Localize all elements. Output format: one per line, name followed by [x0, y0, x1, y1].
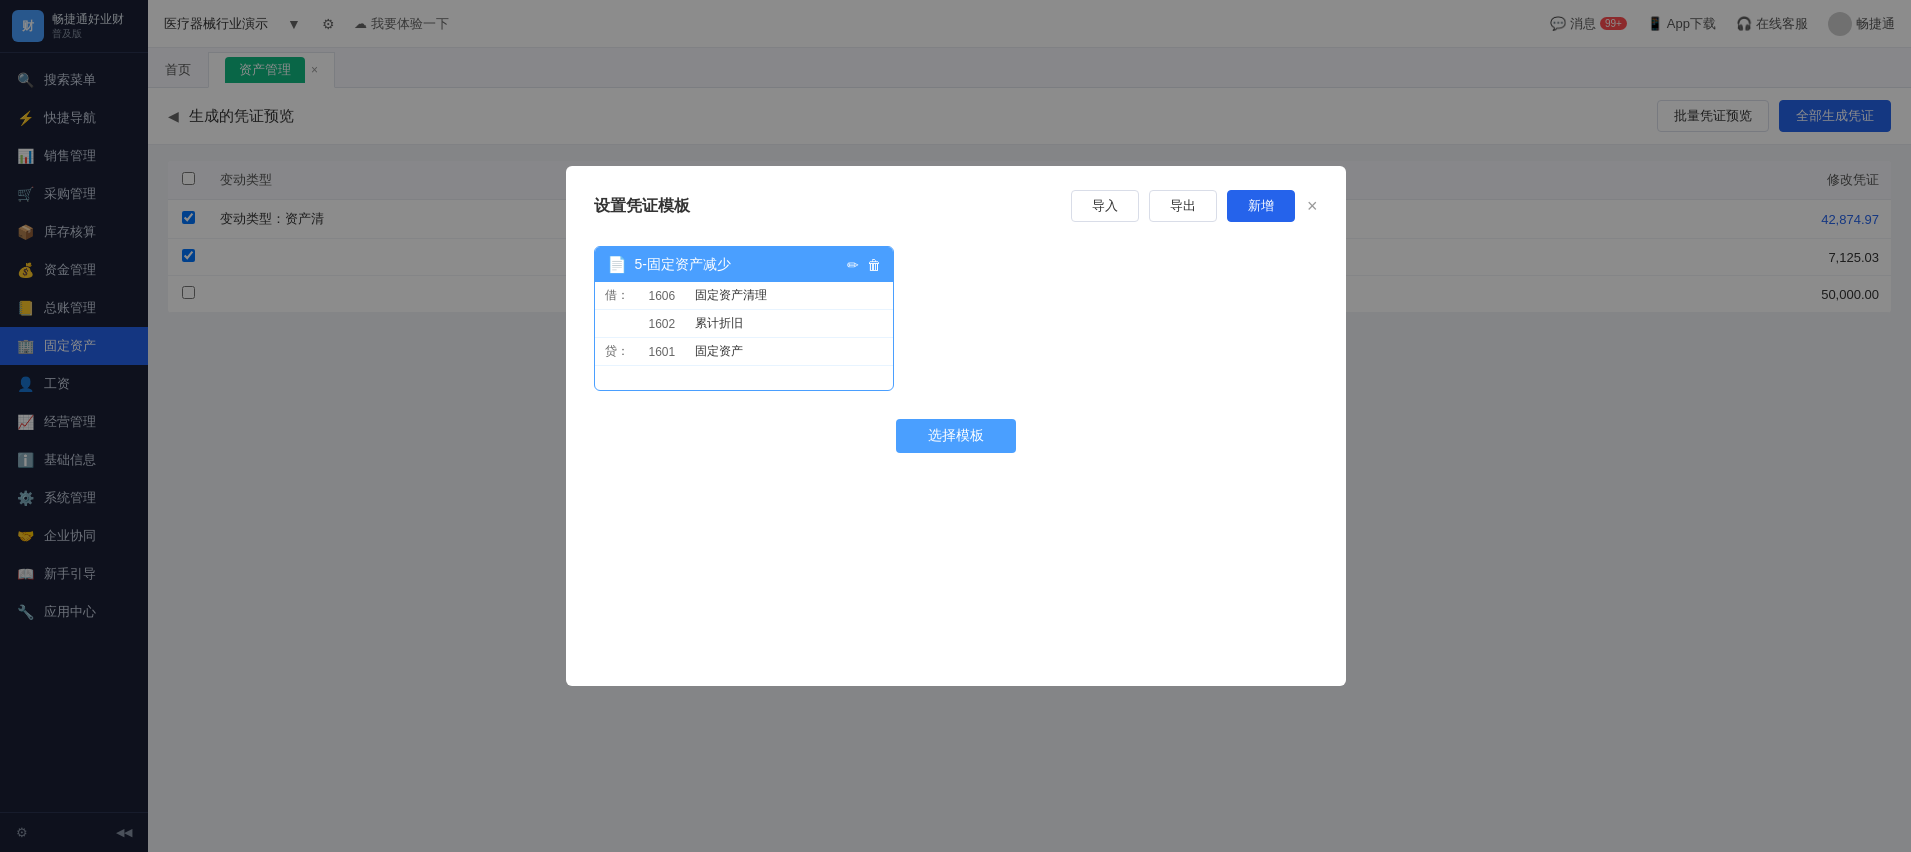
template-entry-row-empty	[595, 366, 893, 390]
entry-code: 1601	[639, 338, 686, 366]
select-template-row: 选择模板	[594, 419, 1318, 453]
entry-account: 固定资产	[685, 338, 829, 366]
delete-template-icon[interactable]: 🗑	[867, 257, 881, 273]
template-card-body: 借： 1606 固定资产清理 1602 累计折旧	[595, 282, 893, 390]
template-entry-row: 借： 1606 固定资产清理	[595, 282, 893, 310]
modal-close-button[interactable]: ×	[1307, 196, 1318, 217]
template-card-title: 5-固定资产减少	[635, 256, 731, 274]
entry-direction: 贷：	[595, 338, 639, 366]
entry-direction: 借：	[595, 282, 639, 310]
entry-code: 1602	[639, 310, 686, 338]
entry-account: 固定资产清理	[685, 282, 829, 310]
template-grid: 📄 5-固定资产减少 ✏ 🗑 借： 1606 固	[594, 242, 1318, 395]
new-template-button[interactable]: 新增	[1227, 190, 1295, 222]
modal-header-right: 导入 导出 新增 ×	[1071, 190, 1318, 222]
entry-amount1	[830, 338, 861, 366]
modal-header: 设置凭证模板 导入 导出 新增 ×	[594, 190, 1318, 222]
template-entry-table: 借： 1606 固定资产清理 1602 累计折旧	[595, 282, 893, 390]
template-card-header: 📄 5-固定资产减少 ✏ 🗑	[595, 247, 893, 282]
empty-cell	[639, 366, 686, 390]
export-button[interactable]: 导出	[1149, 190, 1217, 222]
template-entry-row: 贷： 1601 固定资产	[595, 338, 893, 366]
empty-cell	[861, 366, 892, 390]
template-card-header-left: 📄 5-固定资产减少	[607, 255, 731, 274]
entry-amount1	[830, 282, 861, 310]
empty-cell	[685, 366, 829, 390]
template-card-actions: ✏ 🗑	[847, 257, 881, 273]
modal-title: 设置凭证模板	[594, 196, 690, 217]
entry-amount1	[830, 310, 861, 338]
template-entry-row: 1602 累计折旧	[595, 310, 893, 338]
template-card: 📄 5-固定资产减少 ✏ 🗑 借： 1606 固	[594, 246, 894, 391]
modal-dialog: 设置凭证模板 导入 导出 新增 × 📄 5-固定资产减少 ✏	[566, 166, 1346, 686]
entry-account: 累计折旧	[685, 310, 829, 338]
entry-amount2	[861, 310, 892, 338]
modal-toolbar: 导入 导出 新增	[1071, 190, 1295, 222]
entry-amount2	[861, 282, 892, 310]
select-template-button[interactable]: 选择模板	[896, 419, 1016, 453]
modal-overlay: 设置凭证模板 导入 导出 新增 × 📄 5-固定资产减少 ✏	[0, 0, 1911, 852]
entry-amount2	[861, 338, 892, 366]
import-button[interactable]: 导入	[1071, 190, 1139, 222]
entry-direction	[595, 310, 639, 338]
entry-code: 1606	[639, 282, 686, 310]
empty-cell	[595, 366, 639, 390]
template-doc-icon: 📄	[607, 255, 627, 274]
empty-cell	[830, 366, 861, 390]
edit-template-icon[interactable]: ✏	[847, 257, 859, 273]
